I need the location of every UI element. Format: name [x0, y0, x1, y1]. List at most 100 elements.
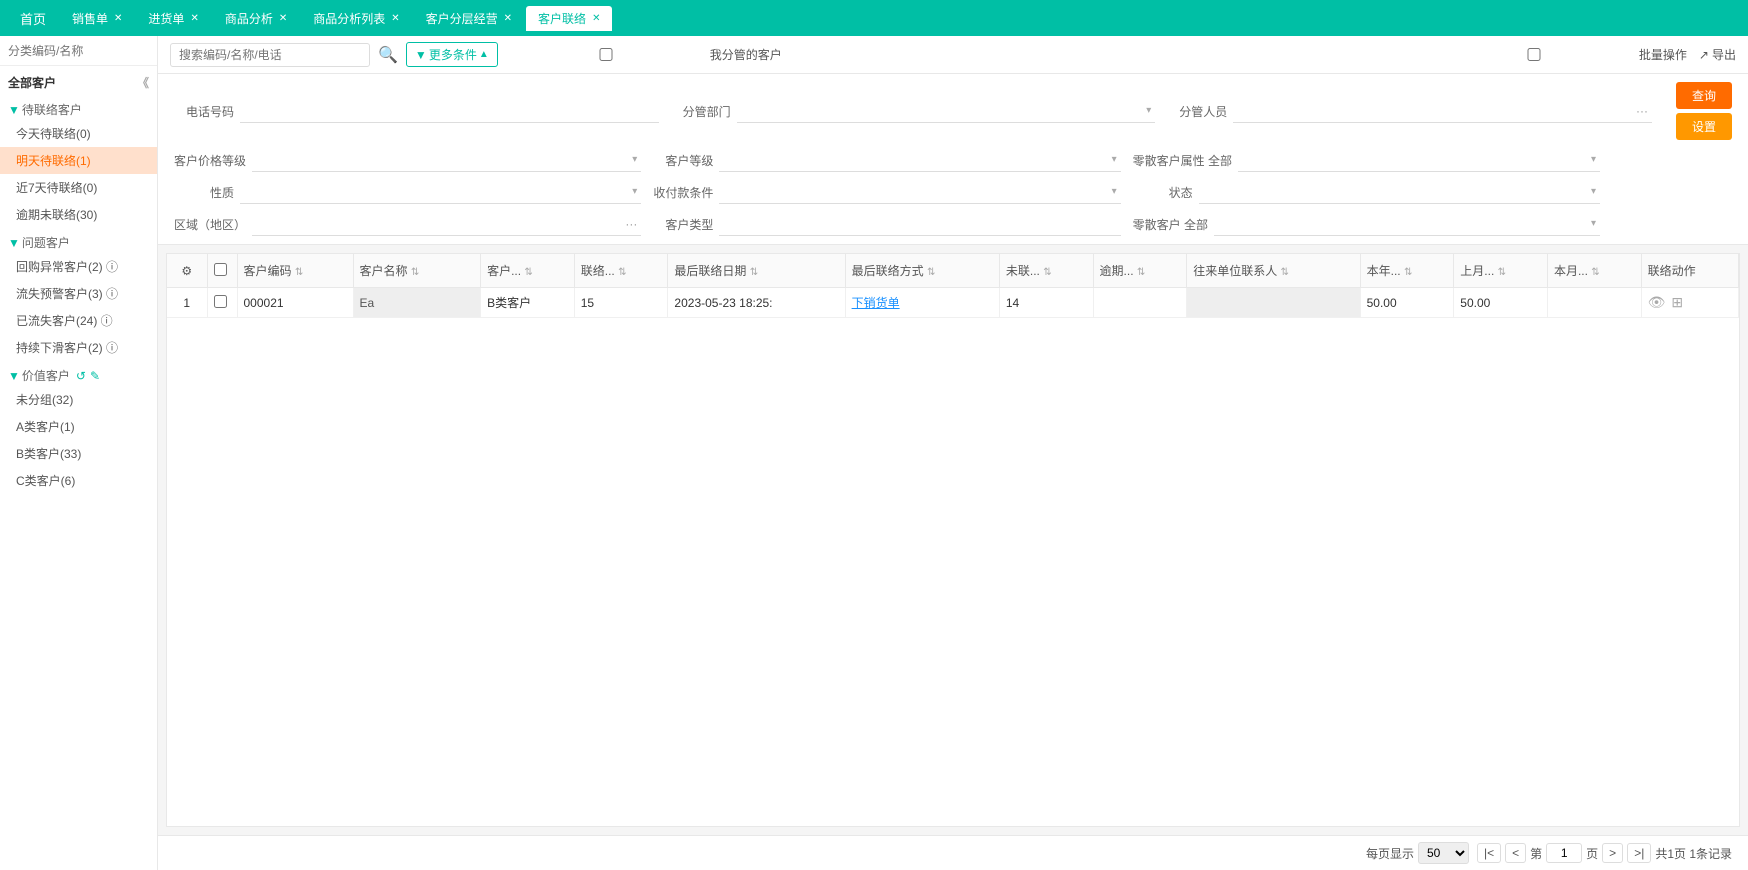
content-area: 🔍 ▼ 更多条件 ▲ 我分管的客户 批量操作 ↗ 导出 — [158, 36, 1748, 870]
sidebar-item-declining[interactable]: 持续下滑客户(2) ⓘ — [0, 334, 157, 361]
dots-icon[interactable]: ··· — [1636, 104, 1648, 118]
next-page-button[interactable]: > — [1602, 843, 1623, 863]
nav-product-analysis[interactable]: 商品分析 ✕ — [213, 6, 299, 31]
col-unlink-days: 未联... ⇅ — [999, 254, 1093, 288]
sidebar-item-7days-pending[interactable]: 近7天待联络(0) — [0, 174, 157, 201]
nav-product-analysis-list[interactable]: 商品分析列表 ✕ — [301, 6, 411, 31]
more-conditions-button[interactable]: ▼ 更多条件 ▲ — [406, 42, 498, 67]
customer-type-input[interactable] — [719, 212, 1120, 236]
sidebar-item-today-pending[interactable]: 今天待联络(0) — [0, 120, 157, 147]
col-last-month: 上月... ⇅ — [1454, 254, 1548, 288]
col-actions: 联络动作 — [1641, 254, 1738, 288]
row-checkbox[interactable] — [214, 295, 227, 308]
dots-icon[interactable]: ··· — [625, 217, 637, 231]
phone-input[interactable] — [240, 99, 659, 123]
batch-op-check[interactable] — [1434, 48, 1634, 61]
page-number-input[interactable] — [1546, 843, 1582, 863]
last-page-button[interactable]: >| — [1627, 843, 1651, 863]
nature-dropdown[interactable]: ▾ — [240, 180, 641, 204]
col-gear[interactable]: ⚙ — [167, 254, 207, 288]
close-icon[interactable]: ✕ — [279, 13, 287, 24]
nav-customer-contact[interactable]: 客户联络 ✕ — [526, 6, 612, 31]
batch-operation-button[interactable]: 批量操作 — [1434, 46, 1687, 63]
manager-input[interactable]: ··· — [1233, 99, 1652, 123]
last-contact-date-cell: 2023-05-23 18:25: — [668, 288, 845, 318]
chevron-up-icon: ▲ — [479, 49, 489, 60]
customer-grade-dropdown[interactable]: ▾ — [719, 148, 1120, 172]
data-table-container: ⚙ 客户编码 ⇅ 客户名称 ⇅ 客户... ⇅ 联络... ⇅ 最后联络日期 ⇅… — [166, 253, 1740, 827]
sidebar-item-churned[interactable]: 已流失客户(24) ⓘ — [0, 307, 157, 334]
collapse-icon[interactable]: 《 — [137, 74, 149, 91]
close-icon[interactable]: ✕ — [190, 13, 198, 24]
close-icon[interactable]: ✕ — [592, 13, 600, 24]
status-dropdown[interactable]: ▾ — [1199, 180, 1600, 204]
retail-customer-dropdown[interactable]: ▾ — [1214, 212, 1600, 236]
filter-retail-customer: 零散客户 全部 ▾ — [1133, 212, 1600, 236]
sort-icon: ⇅ — [1498, 267, 1506, 278]
col-checkbox[interactable] — [207, 254, 237, 288]
close-icon[interactable]: ✕ — [504, 13, 512, 24]
my-customers-checkbox[interactable]: 我分管的客户 — [506, 46, 782, 63]
contacts-cell: 15 — [574, 288, 668, 318]
nav-home[interactable]: 首页 — [8, 5, 58, 32]
prev-page-button[interactable]: < — [1505, 843, 1526, 863]
filter-customer-grade: 客户等级 ▾ — [653, 148, 1120, 172]
refresh-icon[interactable]: ↺ — [76, 369, 86, 383]
my-customers-check[interactable] — [506, 48, 706, 61]
nav-sales-order[interactable]: 销售单 ✕ — [60, 6, 134, 31]
sidebar-item-class-c[interactable]: C类客户(6) — [0, 467, 157, 494]
col-this-year: 本年... ⇅ — [1360, 254, 1454, 288]
sidebar-item-class-a[interactable]: A类客户(1) — [0, 413, 157, 440]
retail-attr-dropdown[interactable]: ▾ — [1238, 148, 1600, 172]
overdue-cell — [1093, 288, 1187, 318]
search-button[interactable]: 🔍 — [378, 45, 398, 65]
main-layout: 🔍 全部客户 《 ▼ 待联络客户 今天待联络(0) 明天待联络(1) 近7天待联… — [0, 36, 1748, 870]
filter-payment: 收付款条件 ▾ — [653, 180, 1120, 204]
filter-region: 区域（地区） ··· — [174, 212, 641, 236]
this-month-cell — [1547, 288, 1641, 318]
dept-dropdown[interactable]: ▾ — [737, 99, 1156, 123]
sort-icon: ⇅ — [1043, 267, 1051, 278]
customer-name-cell[interactable]: Ea — [353, 288, 481, 318]
select-all-checkbox[interactable] — [214, 263, 227, 276]
customer-type-cell: B类客户 — [481, 288, 575, 318]
filter-price-level: 客户价格等级 ▾ — [174, 148, 641, 172]
sidebar-item-ungrouped[interactable]: 未分组(32) — [0, 386, 157, 413]
sidebar-group-pending: ▼ 待联络客户 — [0, 95, 157, 120]
sidebar-item-tomorrow-pending[interactable]: 明天待联络(1) — [0, 147, 157, 174]
search-input[interactable] — [170, 43, 370, 67]
export-button[interactable]: ↗ 导出 — [1699, 46, 1736, 63]
per-page-select[interactable]: 50 100 200 — [1418, 842, 1469, 864]
query-button[interactable]: 查询 — [1676, 82, 1732, 109]
close-icon[interactable]: ✕ — [114, 13, 122, 24]
sidebar-item-overdue-pending[interactable]: 逾期未联络(30) — [0, 201, 157, 228]
col-overdue: 逾期... ⇅ — [1093, 254, 1187, 288]
region-input[interactable]: ··· — [252, 212, 641, 236]
filter-row-3: 性质 ▾ 收付款条件 ▾ 状态 — [174, 180, 1732, 204]
grid-icon[interactable]: ⊞ — [1671, 294, 1683, 311]
setting-button[interactable]: 设置 — [1676, 113, 1732, 140]
close-icon[interactable]: ✕ — [391, 13, 399, 24]
nav-customer-tier[interactable]: 客户分层经营 ✕ — [414, 6, 524, 31]
filter-status: 状态 ▾ — [1133, 180, 1600, 204]
first-page-button[interactable]: |< — [1477, 843, 1501, 863]
sidebar-search-input[interactable] — [8, 44, 158, 58]
chevron-down-icon: ▾ — [1591, 218, 1596, 229]
chevron-down-icon: ▾ — [1591, 186, 1596, 197]
sidebar-item-class-b[interactable]: B类客户(33) — [0, 440, 157, 467]
edit-icon[interactable]: ✎ — [90, 369, 100, 383]
col-customer-name: 客户名称 ⇅ — [353, 254, 481, 288]
sort-icon: ⇅ — [524, 267, 532, 278]
nav-purchase-order[interactable]: 进货单 ✕ — [136, 6, 210, 31]
sidebar-item-repurchase-abnormal[interactable]: 回购异常客户(2) ⓘ — [0, 253, 157, 280]
last-contact-method-cell[interactable]: 下销货单 — [845, 288, 999, 318]
view-icon[interactable]: 👁 — [1648, 294, 1666, 311]
payment-dropdown[interactable]: ▾ — [719, 180, 1120, 204]
sort-icon: ⇅ — [1281, 267, 1289, 278]
price-level-dropdown[interactable]: ▾ — [252, 148, 641, 172]
all-customers-title: 全部客户 《 — [0, 66, 157, 95]
col-customer-type: 客户... ⇅ — [481, 254, 575, 288]
per-page-selector: 每页显示 50 100 200 — [1366, 842, 1469, 864]
sidebar-item-churn-warning[interactable]: 流失预警客户(3) ⓘ — [0, 280, 157, 307]
sidebar: 🔍 全部客户 《 ▼ 待联络客户 今天待联络(0) 明天待联络(1) 近7天待联… — [0, 36, 158, 870]
